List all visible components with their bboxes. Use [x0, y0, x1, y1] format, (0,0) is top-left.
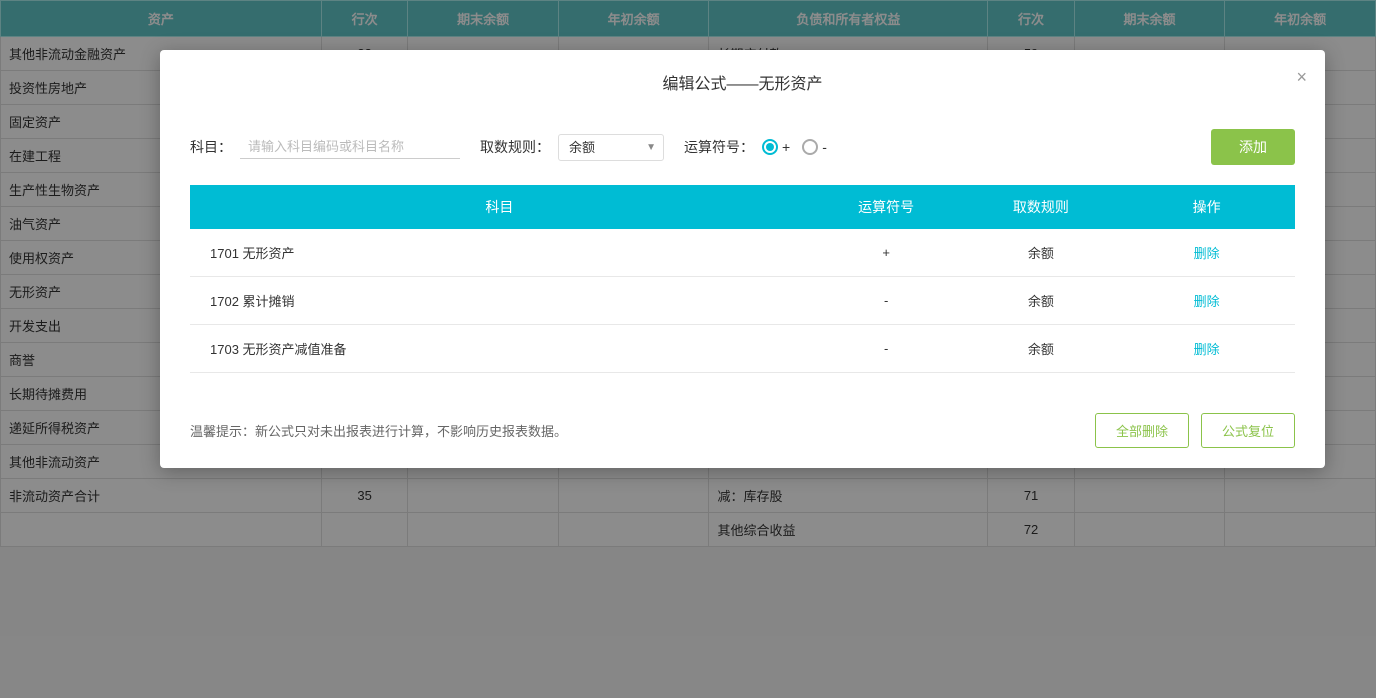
delete-row-button[interactable]: 删除 — [1194, 246, 1220, 261]
cell-subject: 1703 无形资产减值准备 — [190, 325, 809, 373]
table-row: 1703 无形资产减值准备-余额 删除 — [190, 325, 1295, 373]
cell-action: 删除 — [1118, 229, 1295, 277]
col-subject-header: 科目 — [190, 185, 809, 229]
rule-select[interactable]: 余额 借方 贷方 借方发生额 贷方发生额 — [558, 134, 664, 161]
subject-input[interactable] — [240, 135, 460, 159]
operator-minus-label: - — [822, 139, 827, 155]
delete-row-button[interactable]: 删除 — [1194, 342, 1220, 357]
cell-rule: 余额 — [964, 277, 1119, 325]
formula-form-row: 科目： 取数规则： 余额 借方 贷方 借方发生额 贷方发生额 ▼ — [190, 129, 1295, 165]
cell-action: 删除 — [1118, 325, 1295, 373]
col-rule-header: 取数规则 — [964, 185, 1119, 229]
modal-header: 编辑公式——无形资产 × — [160, 50, 1325, 109]
col-operator-header: 运算符号 — [809, 185, 964, 229]
operator-minus-radio[interactable]: - — [802, 139, 827, 155]
operator-plus-label: + — [782, 139, 790, 155]
modal-title: 编辑公式——无形资产 — [662, 76, 822, 93]
cell-action: 删除 — [1118, 277, 1295, 325]
rule-group: 取数规则： 余额 借方 贷方 借方发生额 贷方发生额 ▼ — [480, 134, 664, 161]
reset-formula-button[interactable]: 公式复位 — [1201, 413, 1295, 448]
hint-text: 温馨提示：新公式只对未出报表进行计算，不影响历史报表数据。 — [190, 421, 567, 440]
formula-table-header: 科目 运算符号 取数规则 操作 — [190, 185, 1295, 229]
operator-label: 运算符号： — [684, 137, 754, 157]
operator-plus-radio[interactable]: + — [762, 139, 790, 155]
add-formula-button[interactable]: 添加 — [1211, 129, 1295, 165]
cell-rule: 余额 — [964, 325, 1119, 373]
formula-table-body: 1701 无形资产+余额删除1702 累计摊销-余额删除1703 无形资产减值准… — [190, 229, 1295, 373]
subject-group: 科目： — [190, 135, 460, 159]
modal-body: 科目： 取数规则： 余额 借方 贷方 借方发生额 贷方发生额 ▼ — [160, 109, 1325, 393]
cell-operator: + — [809, 229, 964, 277]
cell-subject: 1702 累计摊销 — [190, 277, 809, 325]
operator-minus-circle — [802, 139, 818, 155]
formula-edit-modal: 编辑公式——无形资产 × 科目： 取数规则： 余额 借方 贷方 借方发生额 — [160, 50, 1325, 468]
cell-operator: - — [809, 277, 964, 325]
subject-label: 科目： — [190, 137, 232, 157]
table-row: 1701 无形资产+余额 删除 — [190, 229, 1295, 277]
operator-group: 运算符号： + - — [684, 137, 827, 157]
cell-operator: - — [809, 325, 964, 373]
rule-label: 取数规则： — [480, 137, 550, 157]
cell-subject: 1701 无形资产 — [190, 229, 809, 277]
cell-rule: 余额 — [964, 229, 1119, 277]
delete-row-button[interactable]: 删除 — [1194, 294, 1220, 309]
formula-table: 科目 运算符号 取数规则 操作 1701 无形资产+余额删除1702 累计摊销-… — [190, 185, 1295, 373]
footer-buttons: 全部删除 公式复位 — [1095, 413, 1295, 448]
delete-all-button[interactable]: 全部删除 — [1095, 413, 1189, 448]
table-row: 1702 累计摊销-余额 删除 — [190, 277, 1295, 325]
rule-select-wrapper: 余额 借方 贷方 借方发生额 贷方发生额 ▼ — [558, 134, 664, 161]
modal-footer: 温馨提示：新公式只对未出报表进行计算，不影响历史报表数据。 全部删除 公式复位 — [160, 393, 1325, 468]
operator-radio-group: + - — [762, 139, 827, 155]
col-action-header: 操作 — [1118, 185, 1295, 229]
modal-close-button[interactable]: × — [1296, 68, 1307, 86]
operator-plus-circle — [762, 139, 778, 155]
